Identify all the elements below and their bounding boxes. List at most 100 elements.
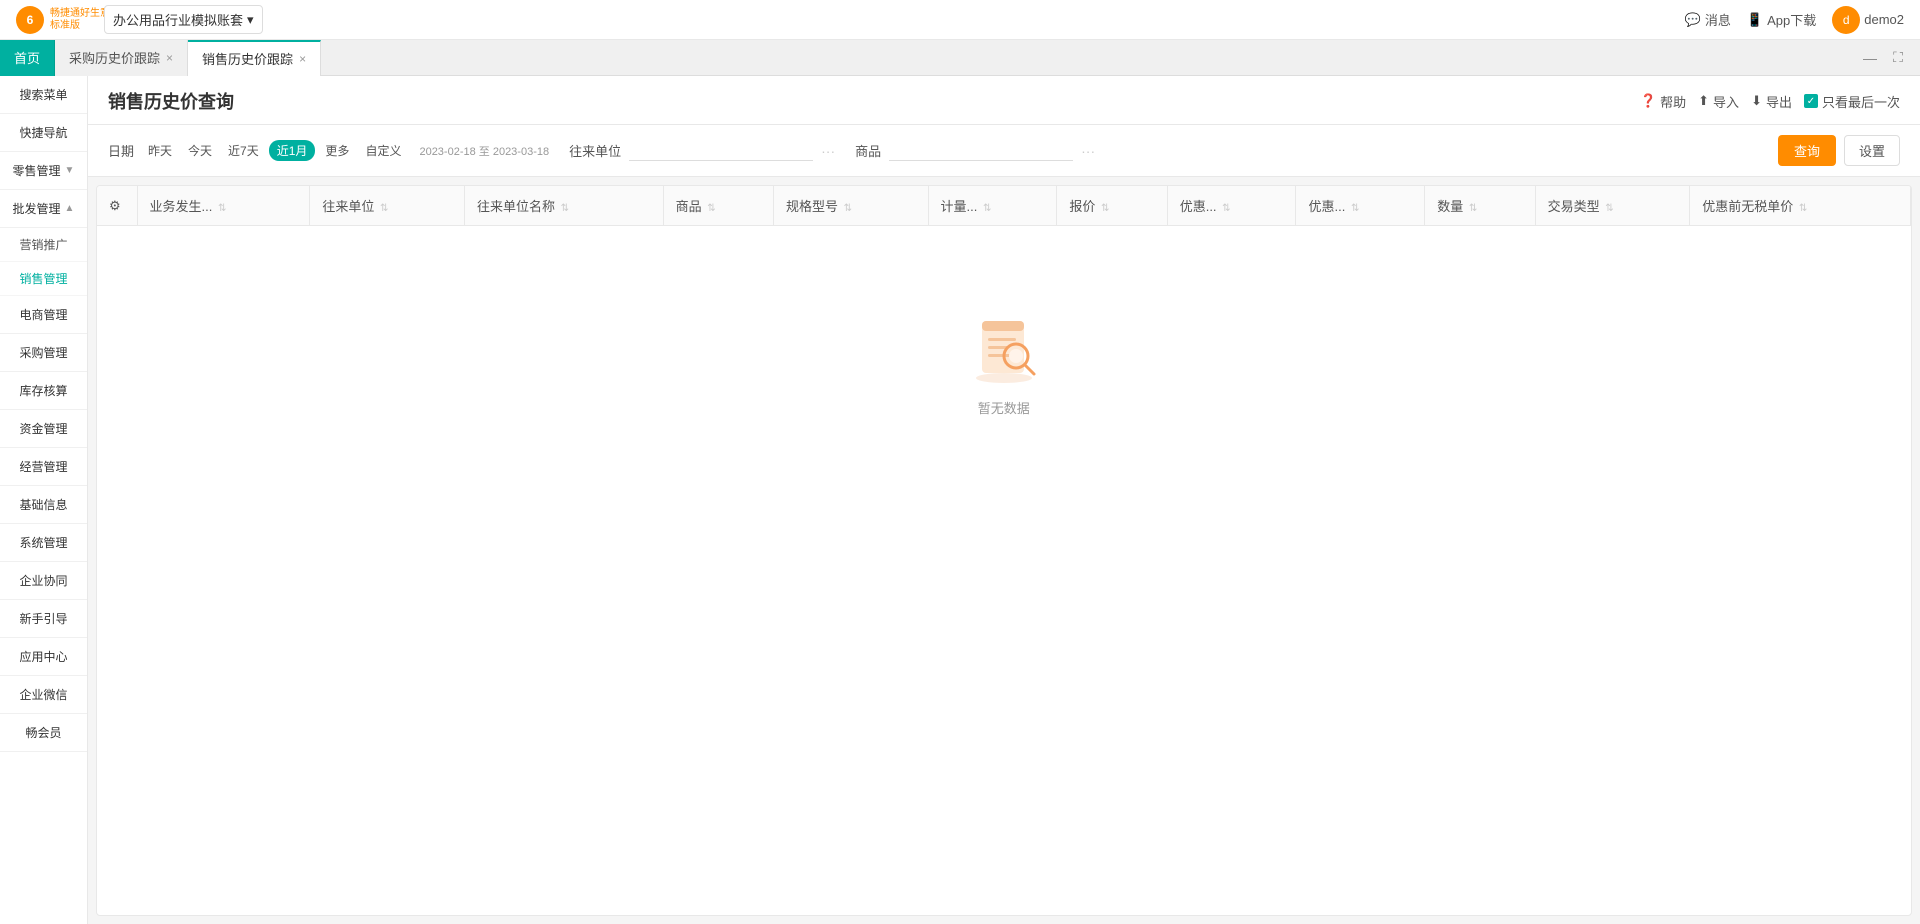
filter-area: 日期 昨天 今天 近7天 近1月 更多 自定义 2023-02-18 至 202…: [88, 125, 1920, 177]
sort-icon: ⇅: [707, 203, 715, 214]
sort-icon: ⇅: [983, 203, 991, 214]
col-discount1[interactable]: 优惠... ⇅: [1167, 186, 1296, 226]
sidebar-item-search-menu[interactable]: 搜索菜单: [0, 76, 87, 114]
sort-icon: ⇅: [1469, 203, 1477, 214]
date-btn-more[interactable]: 更多: [319, 140, 355, 161]
checkbox-icon: ✓: [1804, 94, 1818, 108]
export-icon: ⬇: [1751, 93, 1762, 109]
col-quantity[interactable]: 数量 ⇅: [1425, 186, 1535, 226]
sidebar: 搜索菜单 快捷导航 零售管理 ▼ 批发管理 ▲ 营销推广 销售管理 电商管理 采…: [0, 76, 88, 924]
phone-icon: 📱: [1747, 12, 1763, 28]
product-filter-label: 商品: [855, 141, 881, 160]
date-filter-group: 日期 昨天 今天 近7天 近1月 更多 自定义 2023-02-18 至 202…: [108, 140, 549, 161]
sort-icon: ⇅: [1101, 203, 1109, 214]
col-partner-name[interactable]: 往来单位名称 ⇅: [464, 186, 663, 226]
col-spec[interactable]: 规格型号 ⇅: [774, 186, 929, 226]
date-btn-yesterday[interactable]: 昨天: [142, 140, 178, 161]
main-layout: 搜索菜单 快捷导航 零售管理 ▼ 批发管理 ▲ 营销推广 销售管理 电商管理 采…: [0, 76, 1920, 924]
filter-actions: 查询 设置: [1778, 135, 1900, 166]
logo-area: 6 畅捷通好生意 标准版: [16, 6, 96, 34]
product-filter-input[interactable]: [889, 141, 1073, 161]
workspace-selector[interactable]: 办公用品行业模拟账套 ▾: [104, 5, 263, 34]
sidebar-item-basic-info[interactable]: 基础信息: [0, 486, 87, 524]
sort-icon: ⇅: [844, 203, 852, 214]
content-area: 销售历史价查询 ❓ 帮助 ⬆ 导入 ⬇ 导出 ✓: [88, 76, 1920, 924]
tab-home[interactable]: 首页: [0, 40, 55, 76]
page-actions: ❓ 帮助 ⬆ 导入 ⬇ 导出 ✓ 只看最后一次: [1640, 92, 1900, 111]
gear-icon[interactable]: ⚙: [109, 198, 121, 213]
tab-minimize-button[interactable]: —: [1860, 48, 1880, 68]
partner-filter-dots[interactable]: ···: [821, 143, 835, 159]
sidebar-item-app-center[interactable]: 应用中心: [0, 638, 87, 676]
partner-filter-input[interactable]: [629, 141, 813, 161]
message-button[interactable]: 💬 消息: [1685, 10, 1731, 29]
export-button[interactable]: ⬇ 导出: [1751, 92, 1792, 111]
empty-state: 暂无数据: [97, 226, 1911, 497]
sidebar-item-ecommerce[interactable]: 电商管理: [0, 296, 87, 334]
col-trade-type[interactable]: 交易类型 ⇅: [1535, 186, 1690, 226]
sidebar-item-purchase[interactable]: 采购管理: [0, 334, 87, 372]
help-button[interactable]: ❓ 帮助: [1640, 92, 1686, 111]
sidebar-item-inventory[interactable]: 库存核算: [0, 372, 87, 410]
col-gear[interactable]: ⚙: [97, 186, 137, 226]
empty-illustration: [964, 306, 1044, 386]
product-filter-dots[interactable]: ···: [1081, 143, 1095, 159]
avatar: d: [1832, 6, 1860, 34]
user-menu[interactable]: d demo2: [1832, 6, 1904, 34]
sort-icon: ⇅: [561, 203, 569, 214]
chevron-up-icon: ▲: [65, 203, 75, 214]
tab-sales-history-close[interactable]: ×: [299, 53, 306, 65]
col-discount2[interactable]: 优惠... ⇅: [1296, 186, 1425, 226]
sidebar-item-operation[interactable]: 经营管理: [0, 448, 87, 486]
import-button[interactable]: ⬆ 导入: [1698, 92, 1739, 111]
sidebar-item-finance[interactable]: 资金管理: [0, 410, 87, 448]
sidebar-item-marketing[interactable]: 营销推广: [0, 228, 87, 262]
sort-icon: ⇅: [380, 203, 388, 214]
date-btn-last1m[interactable]: 近1月: [269, 140, 316, 161]
sidebar-item-retail-mgmt[interactable]: 零售管理 ▼: [0, 152, 87, 190]
sidebar-item-quick-nav[interactable]: 快捷导航: [0, 114, 87, 152]
query-button[interactable]: 查询: [1778, 135, 1836, 166]
date-btn-last7[interactable]: 近7天: [222, 140, 265, 161]
help-icon: ❓: [1640, 93, 1656, 109]
col-product[interactable]: 商品 ⇅: [663, 186, 773, 226]
sidebar-quicknav-label: 快捷导航: [19, 124, 67, 141]
date-btn-today[interactable]: 今天: [182, 140, 218, 161]
message-icon: 💬: [1685, 12, 1701, 28]
col-pretax-price[interactable]: 优惠前无税单价 ⇅: [1690, 186, 1911, 226]
header-right: 💬 消息 📱 App下载 d demo2: [1685, 6, 1904, 34]
tab-purchase-history-close[interactable]: ×: [166, 52, 173, 64]
top-header: 6 畅捷通好生意 标准版 办公用品行业模拟账套 ▾ 💬 消息 📱 App下载 d…: [0, 0, 1920, 40]
date-range-text: 2023-02-18 至 2023-03-18: [419, 143, 549, 159]
sidebar-item-system[interactable]: 系统管理: [0, 524, 87, 562]
col-unit[interactable]: 计量... ⇅: [928, 186, 1057, 226]
sidebar-item-sales-mgmt[interactable]: 销售管理: [0, 262, 87, 296]
col-quoted-price[interactable]: 报价 ⇅: [1057, 186, 1167, 226]
partner-filter-label: 往来单位: [569, 141, 621, 160]
sidebar-item-cooperation[interactable]: 企业协同: [0, 562, 87, 600]
page-header: 销售历史价查询 ❓ 帮助 ⬆ 导入 ⬇ 导出 ✓: [88, 76, 1920, 125]
date-shortcuts: 昨天 今天 近7天 近1月 更多 自定义: [142, 140, 407, 161]
settings-button[interactable]: 设置: [1844, 135, 1900, 166]
only-last-checkbox[interactable]: ✓ 只看最后一次: [1804, 92, 1900, 111]
date-filter-label: 日期: [108, 141, 134, 160]
sidebar-item-newbie[interactable]: 新手引导: [0, 600, 87, 638]
col-biz-date[interactable]: 业务发生... ⇅: [137, 186, 310, 226]
logo-icon: 6: [16, 6, 44, 34]
tab-maximize-button[interactable]: ⛶: [1888, 48, 1908, 68]
tab-sales-history[interactable]: 销售历史价跟踪 ×: [188, 40, 321, 76]
sort-icon: ⇅: [1222, 203, 1230, 214]
col-partner-code[interactable]: 往来单位 ⇅: [310, 186, 465, 226]
date-btn-custom[interactable]: 自定义: [359, 140, 407, 161]
empty-text: 暂无数据: [978, 398, 1030, 417]
tab-purchase-history[interactable]: 采购历史价跟踪 ×: [55, 40, 188, 76]
table-wrapper: ⚙ 业务发生... ⇅ 往来单位 ⇅ 往来单位名称 ⇅: [96, 185, 1912, 916]
sidebar-item-membership[interactable]: 畅会员: [0, 714, 87, 752]
partner-filter-group: 往来单位 ···: [569, 141, 835, 161]
import-icon: ⬆: [1698, 93, 1709, 109]
tab-bar: 首页 采购历史价跟踪 × 销售历史价跟踪 × — ⛶: [0, 40, 1920, 76]
sidebar-item-wholesale-mgmt[interactable]: 批发管理 ▲: [0, 190, 87, 228]
data-table: ⚙ 业务发生... ⇅ 往来单位 ⇅ 往来单位名称 ⇅: [97, 186, 1911, 497]
app-download-button[interactable]: 📱 App下载: [1747, 10, 1816, 29]
sidebar-item-wechat[interactable]: 企业微信: [0, 676, 87, 714]
